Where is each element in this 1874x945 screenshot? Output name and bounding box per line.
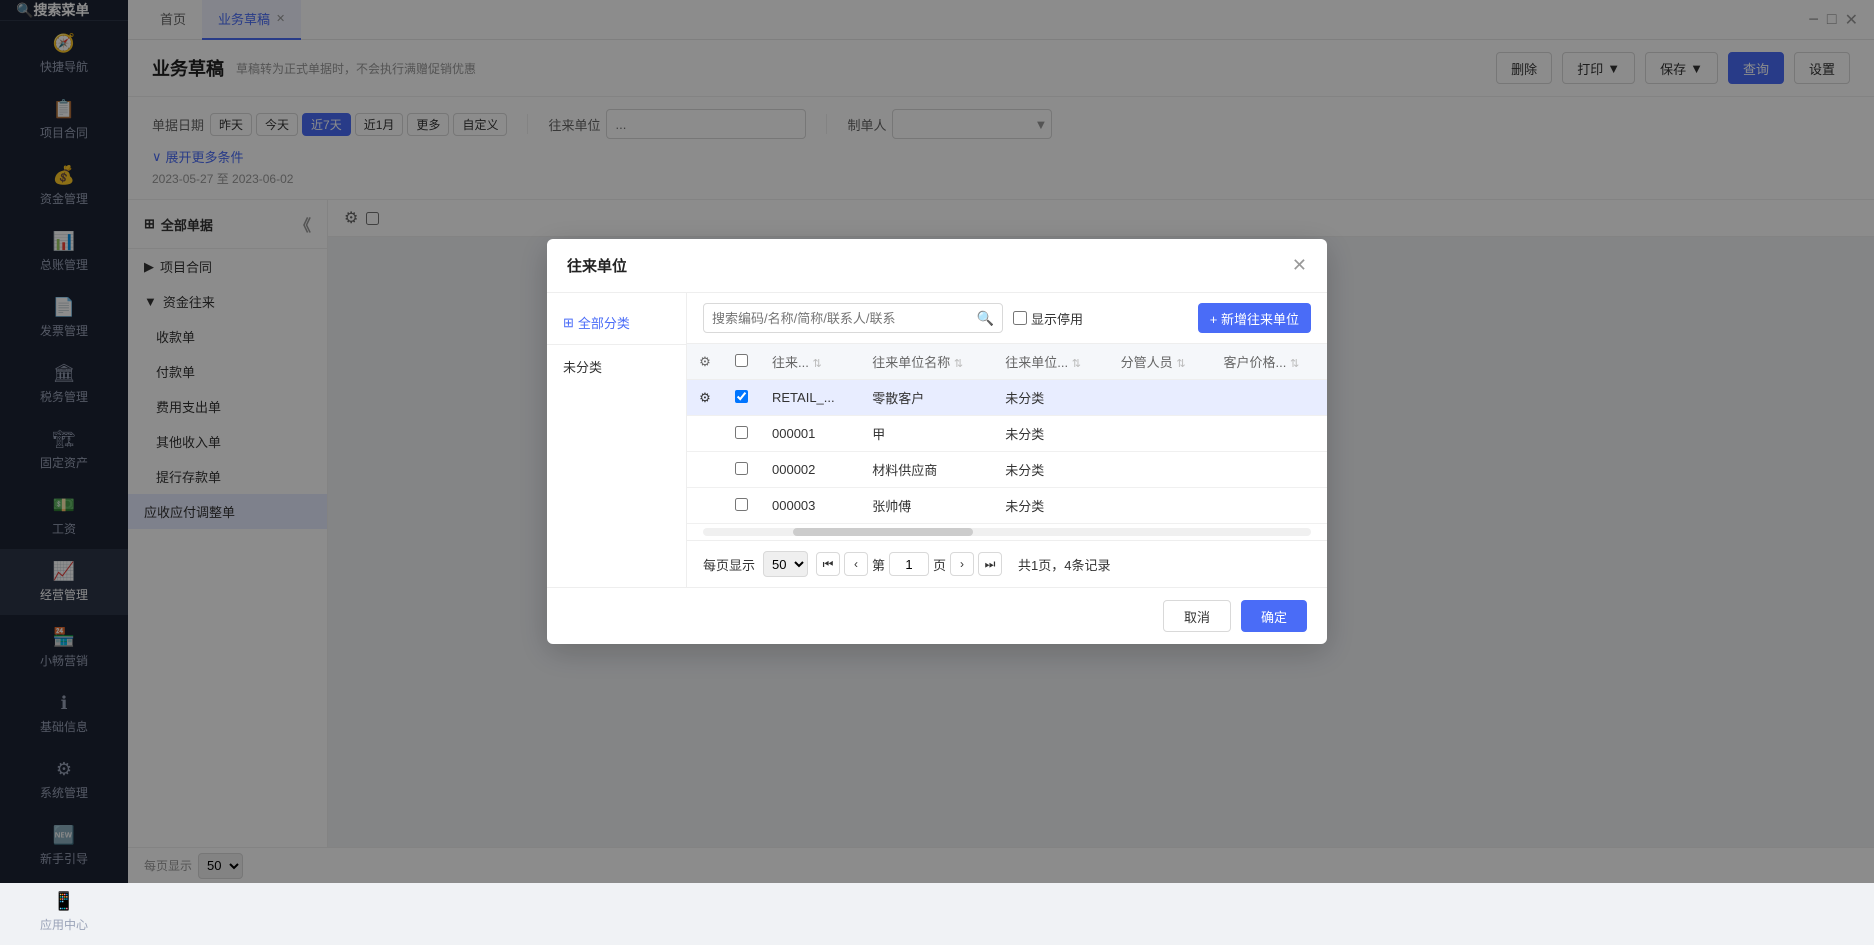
pagination-controls: ⏮ ‹ 第 页 › ⏭: [816, 552, 1002, 576]
table-row[interactable]: ⚙ RETAIL_... 零散客户 未分类: [687, 380, 1327, 416]
row-3-category: 未分类: [993, 452, 1108, 488]
last-page-button[interactable]: ⏭: [978, 552, 1002, 576]
row-4-salesperson: [1109, 488, 1212, 524]
row-2-salesperson: [1109, 416, 1212, 452]
sort-icon-name[interactable]: ⇅: [954, 358, 963, 370]
col-checkbox-header[interactable]: [723, 344, 760, 380]
row-1-name: 零散客户: [860, 380, 993, 416]
page-number-input[interactable]: [889, 552, 929, 576]
dialog-body: ⊞ 全部分类 未分类 🔍 显示停用: [547, 293, 1327, 587]
row-2-settings[interactable]: [687, 416, 723, 452]
sort-icon-code[interactable]: ⇅: [812, 358, 821, 370]
col-name-header: 往来单位名称 ⇅: [860, 344, 993, 380]
row-4-price: [1212, 488, 1327, 524]
first-page-button[interactable]: ⏮: [816, 552, 840, 576]
search-icon: 🔍: [977, 310, 994, 327]
row-3-checkbox[interactable]: [723, 452, 760, 488]
col-price-header: 客户价格... ⇅: [1212, 344, 1327, 380]
row-4-name: 张帅傅: [860, 488, 993, 524]
dialog-sidebar-all[interactable]: ⊞ 全部分类: [547, 305, 686, 340]
row-2-code: 000001: [760, 416, 860, 452]
row-2-checkbox[interactable]: [723, 416, 760, 452]
per-page-select-dialog[interactable]: 50: [763, 551, 808, 577]
row-1-category: 未分类: [993, 380, 1108, 416]
search-box: 🔍: [703, 303, 1003, 333]
search-input[interactable]: [712, 311, 977, 326]
dialog-sidebar-uncategorized[interactable]: 未分类: [547, 349, 686, 384]
sidebar-item-app-center[interactable]: 📱 应用中心: [0, 879, 128, 945]
sort-icon-salesperson[interactable]: ⇅: [1176, 358, 1185, 370]
row-2-category: 未分类: [993, 416, 1108, 452]
total-records: 共1页，4条记录: [1018, 555, 1110, 574]
row-3-name: 材料供应商: [860, 452, 993, 488]
row-3-price: [1212, 452, 1327, 488]
dialog-toolbar: 🔍 显示停用 + 新增往来单位: [687, 293, 1327, 344]
table-row[interactable]: 000001 甲 未分类: [687, 416, 1327, 452]
sort-icon-category[interactable]: ⇅: [1072, 358, 1081, 370]
row-3-code: 000002: [760, 452, 860, 488]
table-row[interactable]: 000002 材料供应商 未分类: [687, 452, 1327, 488]
select-all-dialog[interactable]: [735, 354, 748, 367]
dialog-sidebar: ⊞ 全部分类 未分类: [547, 293, 687, 587]
col-code-header: 往来... ⇅: [760, 344, 860, 380]
row-3-settings[interactable]: [687, 452, 723, 488]
row-1-price: [1212, 380, 1327, 416]
row-2-price: [1212, 416, 1327, 452]
row-4-settings[interactable]: [687, 488, 723, 524]
dialog-header: 往来单位 ✕: [547, 239, 1327, 293]
dialog-main: 🔍 显示停用 + 新增往来单位 ⚙: [687, 293, 1327, 587]
scrollbar-thumb[interactable]: [793, 528, 973, 536]
row-1-salesperson: [1109, 380, 1212, 416]
col-category-header: 往来单位... ⇅: [993, 344, 1108, 380]
app-center-icon: 📱: [53, 891, 75, 912]
sort-icon-price[interactable]: ⇅: [1290, 358, 1299, 370]
row-4-checkbox[interactable]: [723, 488, 760, 524]
row-1-settings[interactable]: ⚙: [687, 380, 723, 416]
table-header-row: ⚙ 往来... ⇅ 往来单位名称 ⇅: [687, 344, 1327, 380]
row-2-name: 甲: [860, 416, 993, 452]
show-disabled-checkbox[interactable]: [1013, 311, 1027, 325]
modal-overlay[interactable]: 往来单位 ✕ ⊞ 全部分类 未分类: [0, 0, 1874, 883]
counterparty-dialog: 往来单位 ✕ ⊞ 全部分类 未分类: [547, 239, 1327, 644]
row-1-code: RETAIL_...: [760, 380, 860, 416]
col-salesperson-header: 分管人员 ⇅: [1109, 344, 1212, 380]
grid-icon-small: ⊞: [563, 315, 574, 331]
prev-page-button[interactable]: ‹: [844, 552, 868, 576]
add-new-button[interactable]: + 新增往来单位: [1198, 303, 1311, 333]
dialog-close-button[interactable]: ✕: [1292, 255, 1307, 276]
col-settings[interactable]: ⚙: [687, 344, 723, 380]
dialog-pagination: 每页显示 50 ⏮ ‹ 第 页 › ⏭ 共1页，4条记录: [687, 540, 1327, 587]
cancel-button[interactable]: 取消: [1163, 600, 1231, 632]
table-row[interactable]: 000003 张帅傅 未分类: [687, 488, 1327, 524]
dialog-actions: 取消 确定: [547, 587, 1327, 644]
show-disabled-container: 显示停用: [1013, 309, 1083, 328]
horizontal-scrollbar[interactable]: [703, 528, 1311, 536]
next-page-button[interactable]: ›: [950, 552, 974, 576]
dialog-title: 往来单位: [567, 255, 627, 276]
row-3-salesperson: [1109, 452, 1212, 488]
confirm-button[interactable]: 确定: [1241, 600, 1307, 632]
row-4-category: 未分类: [993, 488, 1108, 524]
sidebar-divider: [547, 344, 686, 345]
dialog-table: ⚙ 往来... ⇅ 往来单位名称 ⇅: [687, 344, 1327, 524]
row-4-code: 000003: [760, 488, 860, 524]
row-1-checkbox[interactable]: [723, 380, 760, 416]
